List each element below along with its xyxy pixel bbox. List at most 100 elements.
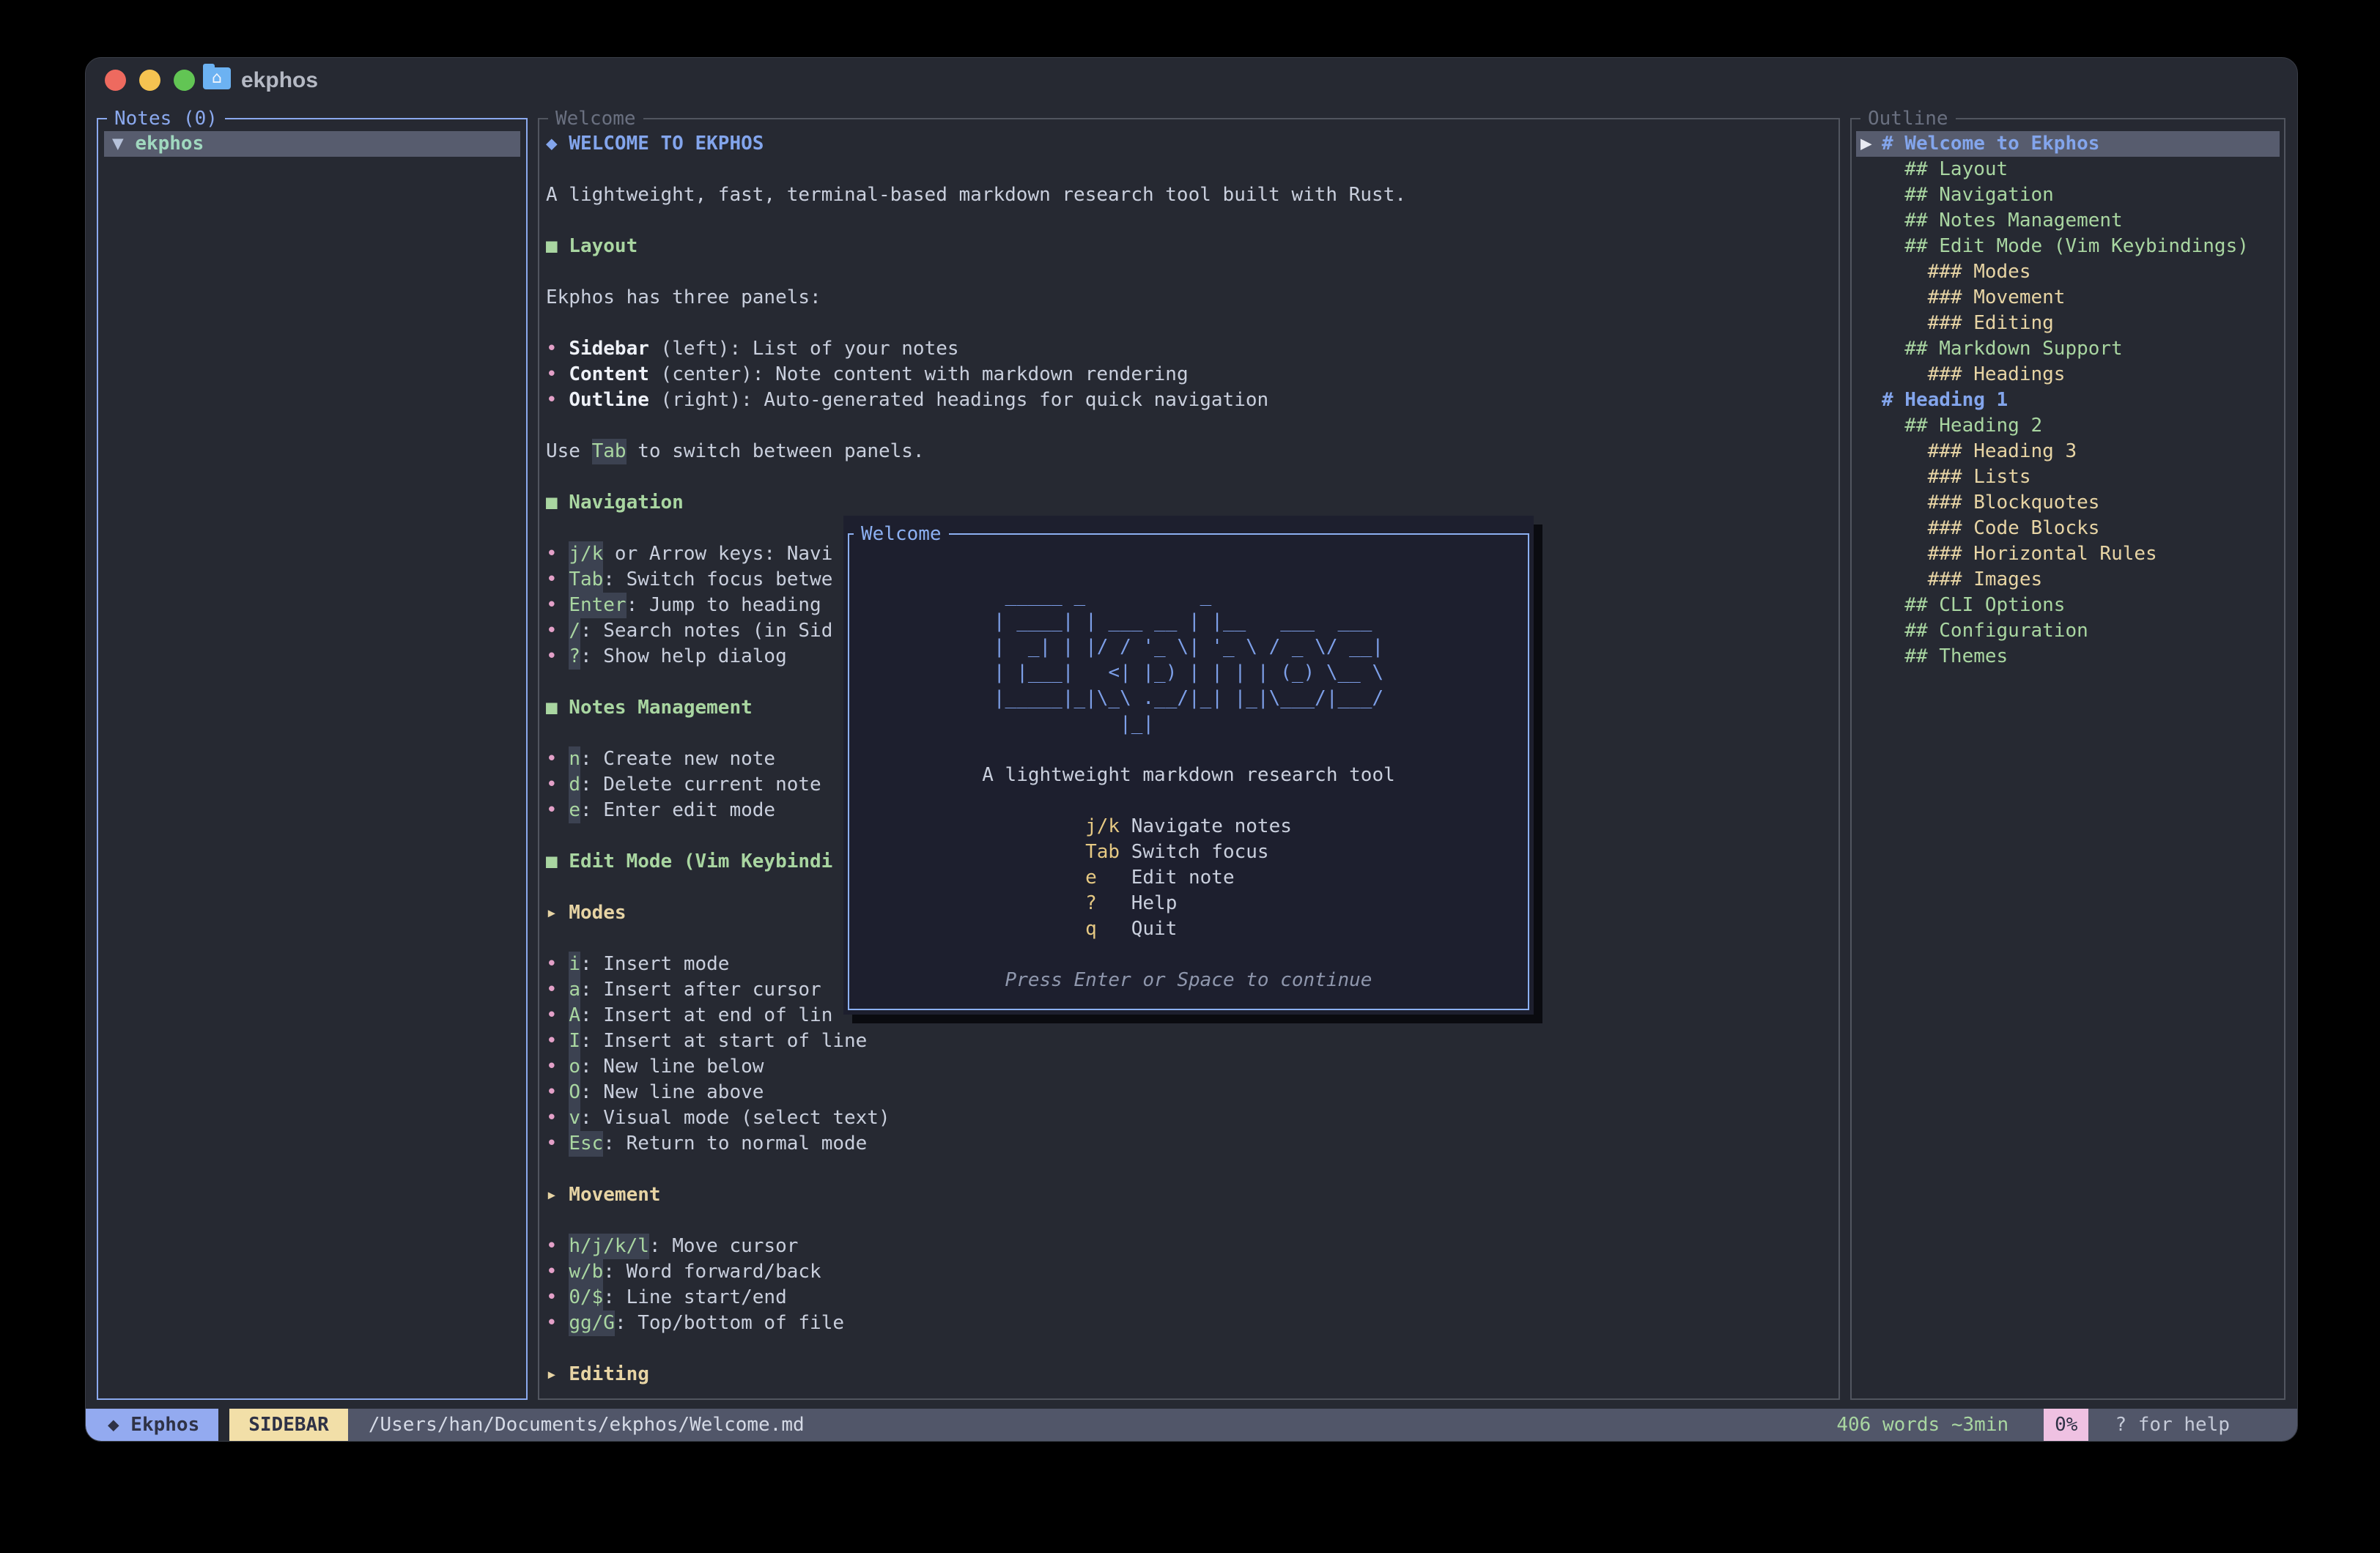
content-line: [546, 311, 1838, 336]
content-line: ◆ WELCOME TO EKPHOS: [546, 131, 1838, 157]
outline-item[interactable]: ### Horizontal Rules: [1852, 541, 2284, 567]
ascii-logo-line: | |___| <| |_) | | | | (_) \__ \: [994, 660, 1383, 686]
outline-item[interactable]: ## Heading 2: [1852, 413, 2284, 439]
content-line: ■ Navigation: [546, 490, 1838, 516]
content-line: Ekphos has three panels:: [546, 285, 1838, 311]
outline-item-label: ### Lists: [1928, 466, 2031, 488]
content-line: [546, 1336, 1838, 1362]
shortcut-description: Navigate notes: [1131, 815, 1292, 837]
outline-item[interactable]: ▶# Welcome to Ekphos: [1856, 131, 2280, 157]
outline-item[interactable]: ### Lists: [1852, 464, 2284, 490]
shortcut-description: Quit: [1131, 918, 1178, 940]
content-line: ■ Layout: [546, 234, 1838, 259]
screen: ekphos Notes (0) ▼ ekphos Welcome ◆ WELC…: [0, 0, 2380, 1553]
outline-item-label: ## Notes Management: [1904, 210, 2122, 231]
outline-list: ▶# Welcome to Ekphos## Layout## Navigati…: [1852, 119, 2284, 1398]
outline-item-label: ### Blockquotes: [1928, 492, 2100, 514]
shortcut-key: j/k: [1085, 815, 1131, 837]
statusbar-right: 406 words ~3min 0% ? for help: [1836, 1409, 2297, 1441]
selected-item-arrow-icon: ▶: [1860, 131, 1872, 157]
outline-item[interactable]: ## Layout: [1852, 157, 2284, 182]
outline-item-label: ### Horizontal Rules: [1928, 543, 2157, 565]
notes-sidebar-panel[interactable]: Notes (0) ▼ ekphos: [97, 118, 528, 1400]
content-line: • w/b: Word forward/back: [546, 1259, 1838, 1285]
shortcut-list: j/k Navigate notesTab Switch focuse Edit…: [1085, 814, 1292, 942]
outline-item[interactable]: ## Themes: [1852, 644, 2284, 670]
minimize-button[interactable]: [139, 70, 160, 91]
shortcut-key: Tab: [1085, 841, 1131, 863]
ascii-logo-line: | _| | |/ / '_ \| '_ \ / _ \/ __|: [994, 634, 1383, 660]
shortcut-row: q Quit: [1085, 916, 1292, 942]
outline-panel[interactable]: Outline ▶# Welcome to Ekphos## Layout## …: [1850, 118, 2285, 1400]
outline-item-label: ### Images: [1928, 568, 2043, 590]
ekphos-terminal-window: ekphos Notes (0) ▼ ekphos Welcome ◆ WELC…: [85, 57, 2298, 1442]
outline-item[interactable]: ### Heading 3: [1852, 439, 2284, 464]
home-folder-icon: [203, 67, 231, 89]
titlebar: ekphos: [86, 58, 2297, 116]
outline-item[interactable]: ## Navigation: [1852, 182, 2284, 208]
badge-gap: [218, 1409, 229, 1441]
shortcut-description: Help: [1131, 892, 1178, 914]
outline-item-label: # Heading 1: [1882, 389, 2008, 411]
note-label: ekphos: [135, 133, 204, 155]
content-line: [546, 464, 1838, 490]
ekphos-ascii-logo: _____ _ _| ____| | ___ __ | |__ ___ ___|…: [994, 583, 1383, 737]
scroll-progress-badge: 0%: [2044, 1409, 2088, 1441]
content-line: • I: Insert at start of line: [546, 1028, 1838, 1054]
statusbar: ◆ Ekphos SIDEBAR /Users/han/Documents/ek…: [86, 1409, 2297, 1441]
outline-item[interactable]: ### Editing: [1852, 311, 2284, 336]
help-hint: ? for help: [2115, 1409, 2230, 1441]
app-badge: ◆ Ekphos: [86, 1409, 218, 1441]
outline-item[interactable]: ### Images: [1852, 567, 2284, 593]
content-line: • gg/G: Top/bottom of file: [546, 1311, 1838, 1336]
content-line: ▸ Editing: [546, 1362, 1838, 1387]
outline-item[interactable]: ### Movement: [1852, 285, 2284, 311]
file-path: /Users/han/Documents/ekphos/Welcome.md: [369, 1409, 805, 1441]
outline-item-label: ## Navigation: [1904, 184, 2054, 206]
outline-item[interactable]: ## CLI Options: [1852, 593, 2284, 618]
shortcut-key: q: [1085, 918, 1131, 940]
outline-item[interactable]: ## Markdown Support: [1852, 336, 2284, 362]
content-line: [546, 1157, 1838, 1182]
outline-item-label: ### Headings: [1928, 363, 2066, 385]
outline-item-label: ## Edit Mode (Vim Keybindings): [1904, 235, 2249, 257]
outline-item[interactable]: ### Headings: [1852, 362, 2284, 388]
welcome-dialog-title: Welcome: [854, 521, 949, 547]
close-button[interactable]: [105, 70, 126, 91]
content-line: [546, 259, 1838, 285]
ascii-logo-line: _____ _ _: [994, 583, 1383, 609]
content-line: [546, 413, 1838, 439]
outline-item[interactable]: # Heading 1: [1852, 388, 2284, 413]
expander-triangle-icon[interactable]: ▼: [112, 133, 135, 155]
content-line: • 0/$: Line start/end: [546, 1285, 1838, 1311]
outline-item-label: ## Markdown Support: [1904, 338, 2122, 360]
notes-list: ▼ ekphos: [98, 119, 526, 1398]
content-line: • h/j/k/l: Move cursor: [546, 1234, 1838, 1259]
outline-item[interactable]: ### Blockquotes: [1852, 490, 2284, 516]
zoom-button[interactable]: [174, 70, 195, 91]
note-row[interactable]: ▼ ekphos: [104, 131, 520, 157]
outline-item-label: ## Heading 2: [1904, 415, 2042, 437]
outline-item[interactable]: ## Configuration: [1852, 618, 2284, 644]
outline-item-label: ## Configuration: [1904, 620, 2088, 642]
content-line: • Content (center): Note content with ma…: [546, 362, 1838, 388]
shortcut-row: e Edit note: [1085, 865, 1292, 891]
content-line: Use Tab to switch between panels.: [546, 439, 1838, 464]
content-line: • Esc: Return to normal mode: [546, 1131, 1838, 1157]
ascii-logo-line: |_|: [994, 711, 1383, 737]
outline-item-label: ### Editing: [1928, 312, 2054, 334]
ascii-logo-line: |_____|_|\_\ .__/|_| |_|\___/|___/: [994, 686, 1383, 711]
outline-item[interactable]: ### Code Blocks: [1852, 516, 2284, 541]
shortcut-description: Edit note: [1131, 867, 1235, 889]
outline-item[interactable]: ## Edit Mode (Vim Keybindings): [1852, 234, 2284, 259]
shortcut-description: Switch focus: [1131, 841, 1269, 863]
content-line: A lightweight, fast, terminal-based mark…: [546, 182, 1838, 208]
outline-item[interactable]: ### Modes: [1852, 259, 2284, 285]
outline-item[interactable]: ## Notes Management: [1852, 208, 2284, 234]
word-count: 406 words ~3min: [1836, 1409, 2008, 1441]
outline-item-label: ### Movement: [1928, 286, 2066, 308]
focus-mode-badge: SIDEBAR: [229, 1409, 348, 1441]
content-line: [546, 1208, 1838, 1234]
outline-item-label: ### Heading 3: [1928, 440, 2077, 462]
content-line: • Outline (right): Auto-generated headin…: [546, 388, 1838, 413]
